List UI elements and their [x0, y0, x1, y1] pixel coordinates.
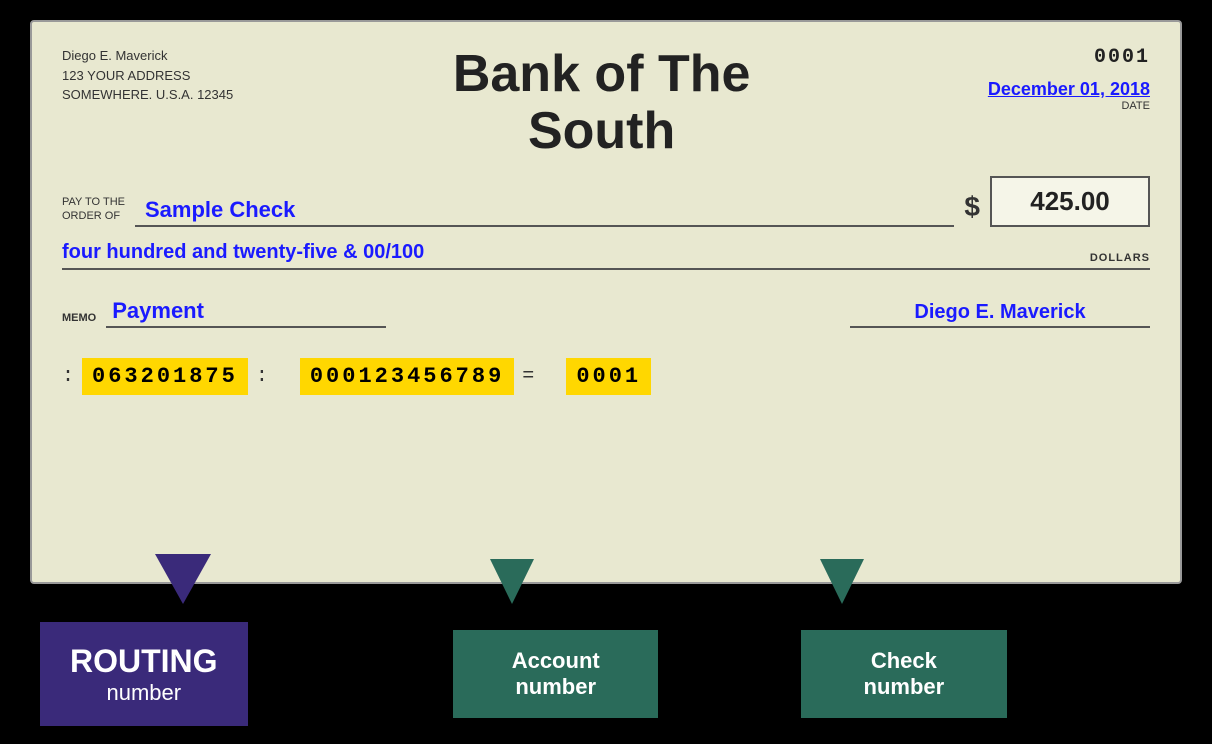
routing-label: ROUTING number — [40, 622, 248, 727]
payer-address: Diego E. Maverick 123 YOUR ADDRESS SOMEW… — [62, 46, 233, 105]
dollar-sign: $ — [964, 191, 980, 223]
bottom-labels: ROUTING number Account number Check numb… — [0, 604, 1212, 744]
payer-address-line1: 123 YOUR ADDRESS — [62, 66, 233, 86]
date-label: DATE — [970, 100, 1150, 112]
amount: 425.00 — [1030, 186, 1110, 216]
check-arrow — [820, 559, 864, 604]
account-arrow — [490, 559, 534, 604]
memo-field: Payment — [106, 298, 386, 328]
memo-signature-section: MEMO Payment Diego E. Maverick — [62, 298, 1150, 328]
check-number-display: 0001 — [970, 46, 1150, 69]
check-header: Diego E. Maverick 123 YOUR ADDRESS SOMEW… — [62, 46, 1150, 160]
check-date: December 01, 2018 — [970, 79, 1150, 100]
payee-name: Sample Check — [135, 197, 295, 222]
amount-box: 425.00 — [990, 176, 1150, 227]
payer-address-line2: SOMEWHERE. U.S.A. 12345 — [62, 85, 233, 105]
account-number-label: Account number — [453, 630, 658, 718]
written-amount-section: four hundred and twenty-five & 00/100 DO… — [62, 241, 1150, 270]
pay-to-section: PAY TO THE ORDER OF Sample Check $ 425.0… — [62, 176, 1150, 227]
signature-area: Diego E. Maverick — [850, 301, 1150, 328]
dollars-label: DOLLARS — [1090, 252, 1150, 264]
payee-name-field: Sample Check — [135, 197, 954, 227]
routing-top: ROUTING — [70, 642, 218, 680]
memo-area: MEMO Payment — [62, 298, 386, 328]
micr-suffix: : — [256, 365, 268, 388]
micr-prefix: : — [62, 365, 74, 388]
routing-arrow — [155, 554, 211, 604]
micr-line: : 063201875 : 000123456789 = 0001 — [62, 358, 1150, 395]
memo-label: MEMO — [62, 312, 96, 324]
micr-routing-number: 063201875 — [82, 358, 248, 395]
check-paper: Diego E. Maverick 123 YOUR ADDRESS SOMEW… — [30, 20, 1182, 584]
check-number-date-area: 0001 December 01, 2018 DATE — [970, 46, 1150, 112]
micr-account-suffix: = — [522, 365, 534, 388]
routing-bottom: number — [70, 680, 218, 706]
written-amount: four hundred and twenty-five & 00/100 — [62, 241, 424, 264]
micr-account-number: 000123456789 — [300, 358, 514, 395]
pay-to-label: PAY TO THE ORDER OF — [62, 195, 125, 224]
signature: Diego E. Maverick — [914, 301, 1085, 323]
micr-check-number: 0001 — [566, 358, 651, 395]
bank-name: Bank of The South — [233, 46, 970, 160]
payer-name: Diego E. Maverick — [62, 46, 233, 66]
check-number-label: Check number — [801, 630, 1006, 718]
memo-text: Payment — [106, 298, 204, 323]
